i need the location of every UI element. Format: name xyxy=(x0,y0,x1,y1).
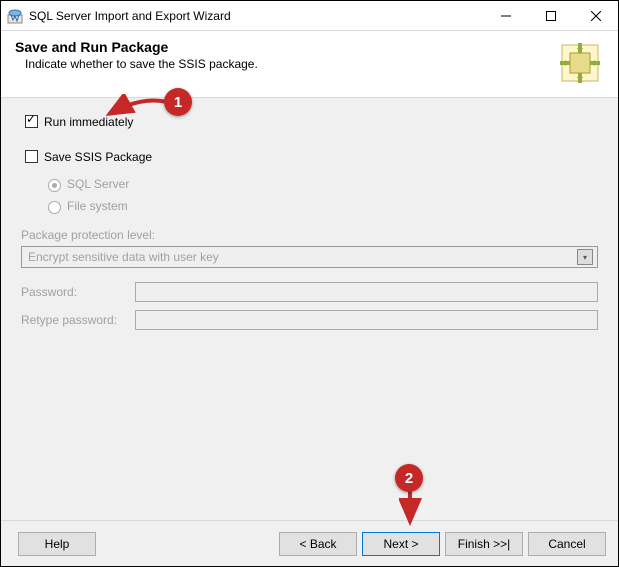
dest-sql-row: SQL Server xyxy=(43,176,598,192)
save-ssis-checkbox[interactable] xyxy=(25,150,38,163)
dest-sql-label: SQL Server xyxy=(67,177,129,191)
retype-password-label: Retype password: xyxy=(21,313,131,327)
dest-file-label: File system xyxy=(67,199,128,213)
password-input xyxy=(135,282,598,302)
next-button[interactable]: Next > xyxy=(362,532,440,556)
window-title: SQL Server Import and Export Wizard xyxy=(29,9,483,23)
titlebar: SQL Server Import and Export Wizard xyxy=(1,1,618,31)
dest-file-radio xyxy=(48,201,61,214)
dest-file-row: File system xyxy=(43,198,598,214)
wizard-footer: Help < Back Next > Finish >>| Cancel xyxy=(1,520,618,566)
protection-label: Package protection level: xyxy=(21,228,598,242)
run-immediately-row: Run immediately xyxy=(21,112,598,131)
page-title: Save and Run Package xyxy=(15,39,556,55)
password-label: Password: xyxy=(21,285,131,299)
annotation-badge-2: 2 xyxy=(395,464,423,492)
maximize-button[interactable] xyxy=(528,1,573,30)
ssis-package-icon xyxy=(556,39,604,87)
chevron-down-icon: ▾ xyxy=(577,249,593,265)
window-controls xyxy=(483,1,618,30)
minimize-button[interactable] xyxy=(483,1,528,30)
dest-sql-radio xyxy=(48,179,61,192)
cancel-button[interactable]: Cancel xyxy=(528,532,606,556)
help-button[interactable]: Help xyxy=(18,532,96,556)
annotation-badge-1: 1 xyxy=(164,88,192,116)
protection-level-dropdown: Encrypt sensitive data with user key ▾ xyxy=(21,246,598,268)
back-button[interactable]: < Back xyxy=(279,532,357,556)
run-immediately-checkbox[interactable] xyxy=(25,115,38,128)
retype-password-input xyxy=(135,310,598,330)
run-immediately-label: Run immediately xyxy=(44,115,133,129)
wizard-header: Save and Run Package Indicate whether to… xyxy=(1,31,618,98)
close-button[interactable] xyxy=(573,1,618,30)
protection-level-value: Encrypt sensitive data with user key xyxy=(28,250,219,264)
wizard-body: Run immediately Save SSIS Package SQL Se… xyxy=(1,98,618,527)
save-package-row: Save SSIS Package xyxy=(21,147,598,166)
finish-button[interactable]: Finish >>| xyxy=(445,532,523,556)
page-subtitle: Indicate whether to save the SSIS packag… xyxy=(25,57,556,71)
save-ssis-label: Save SSIS Package xyxy=(44,150,152,164)
app-icon xyxy=(7,8,23,24)
